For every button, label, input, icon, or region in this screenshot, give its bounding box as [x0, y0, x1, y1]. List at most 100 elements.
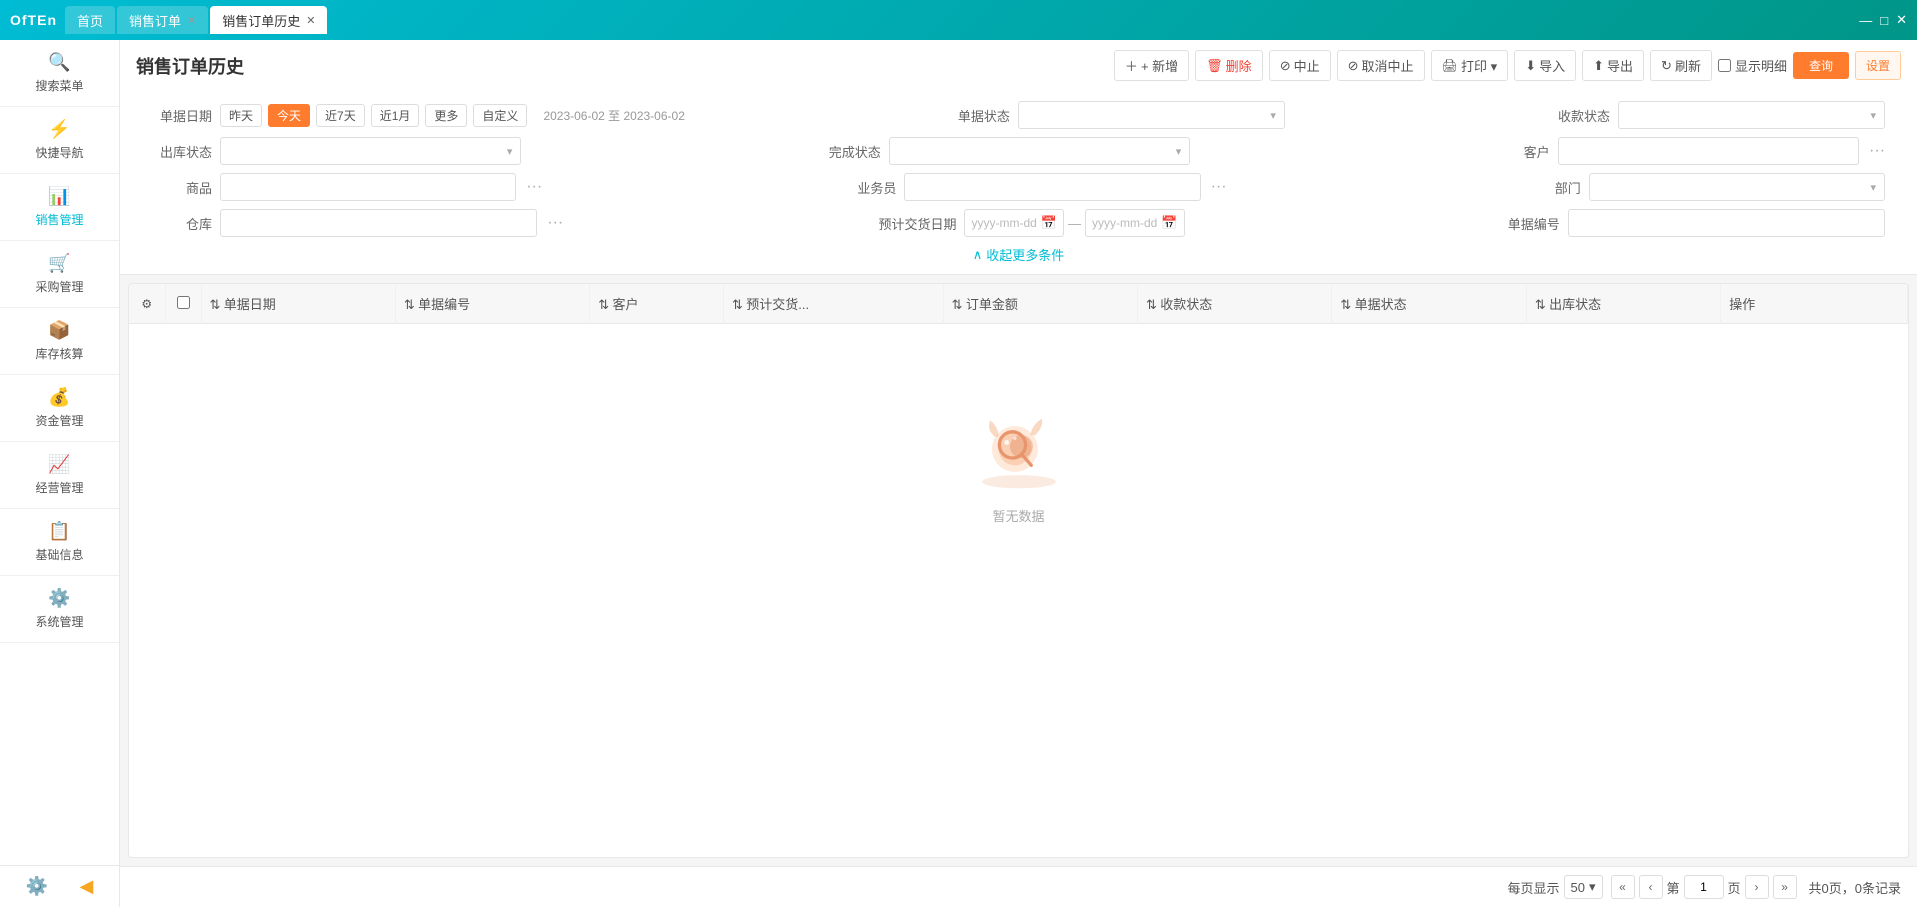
print-button[interactable]: 🖨 打印 ▾	[1431, 50, 1509, 81]
tab-bar: 首页 销售订单 ✕ 销售订单历史 ✕	[65, 6, 1859, 34]
stop-icon: ⊘	[1280, 58, 1291, 74]
order-number-input[interactable]	[1568, 209, 1885, 237]
th-settings[interactable]: ⚙	[129, 284, 165, 324]
salesman-input[interactable]	[904, 173, 1200, 201]
per-page-select[interactable]: 50 ▾	[1564, 875, 1603, 899]
sort-payment-icon[interactable]: ⇅	[1146, 297, 1157, 312]
sidebar-item-quick-nav[interactable]: ⚡ 快捷导航	[0, 107, 119, 174]
th-warehouse-status: ⇅ 出库状态	[1526, 284, 1720, 324]
warehouse-dots[interactable]: ···	[547, 214, 563, 232]
salesman-dots[interactable]: ···	[1211, 178, 1227, 196]
warehouse-status-select[interactable]: ▾	[220, 137, 521, 165]
settings-button[interactable]: 设置	[1855, 51, 1901, 80]
window-controls: — □ ✕	[1859, 12, 1907, 28]
export-button[interactable]: ⬆ 导出	[1582, 50, 1644, 81]
sidebar-item-operations[interactable]: 📈 经营管理	[0, 442, 119, 509]
import-icon: ⬇	[1525, 58, 1536, 74]
sales-icon: 📊	[48, 186, 70, 207]
add-button[interactable]: ＋ + 新增	[1114, 50, 1189, 81]
warehouse-status-label: 出库状态	[152, 142, 212, 161]
filter-row-1: 单据日期 昨天 今天 近7天 近1月 更多 自定义 2023-06-02 至 2…	[152, 101, 1885, 129]
sort-customer-icon[interactable]: ⇅	[598, 297, 609, 312]
tab-sales-order[interactable]: 销售订单 ✕	[117, 6, 208, 34]
date-custom[interactable]: 自定义	[473, 104, 527, 127]
search-menu-icon: 🔍	[48, 52, 70, 73]
payment-status-select[interactable]: ▾	[1618, 101, 1885, 129]
product-input[interactable]	[220, 173, 516, 201]
delivery-date-start[interactable]: yyyy-mm-dd 📅	[964, 209, 1064, 237]
sort-order-status-icon[interactable]: ⇅	[1340, 297, 1351, 312]
refresh-icon: ↻	[1661, 58, 1672, 74]
sidebar-item-finance[interactable]: 💰 资金管理	[0, 375, 119, 442]
query-button[interactable]: 查询	[1793, 52, 1849, 79]
sidebar-item-search[interactable]: 🔍 搜索菜单	[0, 40, 119, 107]
date-more[interactable]: 更多	[425, 104, 467, 127]
calendar-end-icon: 📅	[1161, 215, 1177, 231]
per-page-label: 每页显示	[1507, 878, 1559, 897]
page-header: 销售订单历史 ＋ + 新增 🗑 删除 ⊘ 中止 ⊘	[120, 40, 1917, 275]
filter-area: 单据日期 昨天 今天 近7天 近1月 更多 自定义 2023-06-02 至 2…	[136, 91, 1901, 274]
sort-warehouse-icon[interactable]: ⇅	[1535, 297, 1546, 312]
delete-button[interactable]: 🗑 删除	[1195, 50, 1263, 81]
sort-amount-icon[interactable]: ⇅	[952, 297, 963, 312]
collapse-up-icon: ∧	[973, 247, 983, 263]
finance-icon: 💰	[48, 387, 70, 408]
main-layout: 🔍 搜索菜单 ⚡ 快捷导航 📊 销售管理 🛒 采购管理 📦 库存核算 💰 资金管…	[0, 40, 1917, 907]
order-status-select[interactable]: ▾	[1018, 101, 1285, 129]
quick-nav-icon: ⚡	[48, 119, 70, 140]
sidebar-item-inventory[interactable]: 📦 库存核算	[0, 308, 119, 375]
display-detail-checkbox[interactable]: 显示明细	[1718, 56, 1787, 75]
tab-home[interactable]: 首页	[65, 6, 115, 34]
tab-sales-order-history-close[interactable]: ✕	[306, 14, 315, 27]
minimize-icon[interactable]: —	[1859, 13, 1872, 28]
tab-sales-order-history[interactable]: 销售订单历史 ✕	[210, 6, 327, 34]
sort-delivery-icon[interactable]: ⇅	[732, 297, 743, 312]
sort-date-icon[interactable]: ⇅	[210, 297, 221, 312]
stop-button[interactable]: ⊘ 中止	[1269, 50, 1331, 81]
sidebar-item-basic-info[interactable]: 📋 基础信息	[0, 509, 119, 576]
select-all-checkbox[interactable]	[177, 296, 190, 309]
th-action: 操作	[1721, 284, 1908, 324]
content-area: 销售订单历史 ＋ + 新增 🗑 删除 ⊘ 中止 ⊘	[120, 40, 1917, 907]
customer-dots[interactable]: ···	[1869, 142, 1885, 160]
th-order-status: ⇅ 单据状态	[1332, 284, 1526, 324]
maximize-icon[interactable]: □	[1880, 13, 1888, 28]
customer-input[interactable]	[1558, 137, 1859, 165]
th-checkbox[interactable]	[165, 284, 201, 324]
th-payment-status: ⇅ 收款状态	[1138, 284, 1332, 324]
last-page-button[interactable]: »	[1773, 875, 1797, 899]
delivery-date-range: yyyy-mm-dd 📅 — yyyy-mm-dd 📅	[964, 209, 1184, 237]
no-data-illustration	[969, 404, 1069, 494]
sidebar-item-purchase[interactable]: 🛒 采购管理	[0, 241, 119, 308]
per-page-chevron: ▾	[1589, 879, 1596, 895]
sidebar-settings-icon[interactable]: ⚙️	[26, 876, 48, 897]
date-7days[interactable]: 近7天	[316, 104, 365, 127]
collapse-button[interactable]: ∧ 收起更多条件	[152, 245, 1885, 264]
cancel-stop-button[interactable]: ⊘ 取消中止	[1337, 50, 1425, 81]
sidebar-item-system[interactable]: ⚙️ 系统管理	[0, 576, 119, 643]
date-yesterday[interactable]: 昨天	[220, 104, 262, 127]
prev-page-button[interactable]: ‹	[1639, 875, 1663, 899]
page-number-input[interactable]	[1684, 875, 1724, 899]
date-today[interactable]: 今天	[268, 104, 310, 127]
import-button[interactable]: ⬇ 导入	[1514, 50, 1576, 81]
sidebar-collapse-icon[interactable]: ◀	[79, 876, 93, 897]
payment-status-chevron: ▾	[1870, 109, 1876, 122]
warehouse-input[interactable]	[220, 209, 537, 237]
display-detail-input[interactable]	[1718, 59, 1731, 72]
refresh-button[interactable]: ↻ 刷新	[1650, 50, 1712, 81]
sidebar-item-sales[interactable]: 📊 销售管理	[0, 174, 119, 241]
sidebar-bottom: ⚙️ ◀	[0, 865, 119, 907]
first-page-button[interactable]: «	[1611, 875, 1635, 899]
product-dots[interactable]: ···	[526, 178, 542, 196]
complete-status-select[interactable]: ▾	[889, 137, 1190, 165]
delivery-date-end[interactable]: yyyy-mm-dd 📅	[1085, 209, 1185, 237]
date-1month[interactable]: 近1月	[371, 104, 420, 127]
date-label: 单据日期	[152, 106, 212, 125]
department-select[interactable]: ▾	[1589, 173, 1885, 201]
product-label: 商品	[152, 178, 212, 197]
tab-sales-order-close[interactable]: ✕	[187, 14, 196, 27]
sort-order-no-icon[interactable]: ⇅	[404, 297, 415, 312]
next-page-button[interactable]: ›	[1745, 875, 1769, 899]
close-window-icon[interactable]: ✕	[1896, 12, 1907, 28]
